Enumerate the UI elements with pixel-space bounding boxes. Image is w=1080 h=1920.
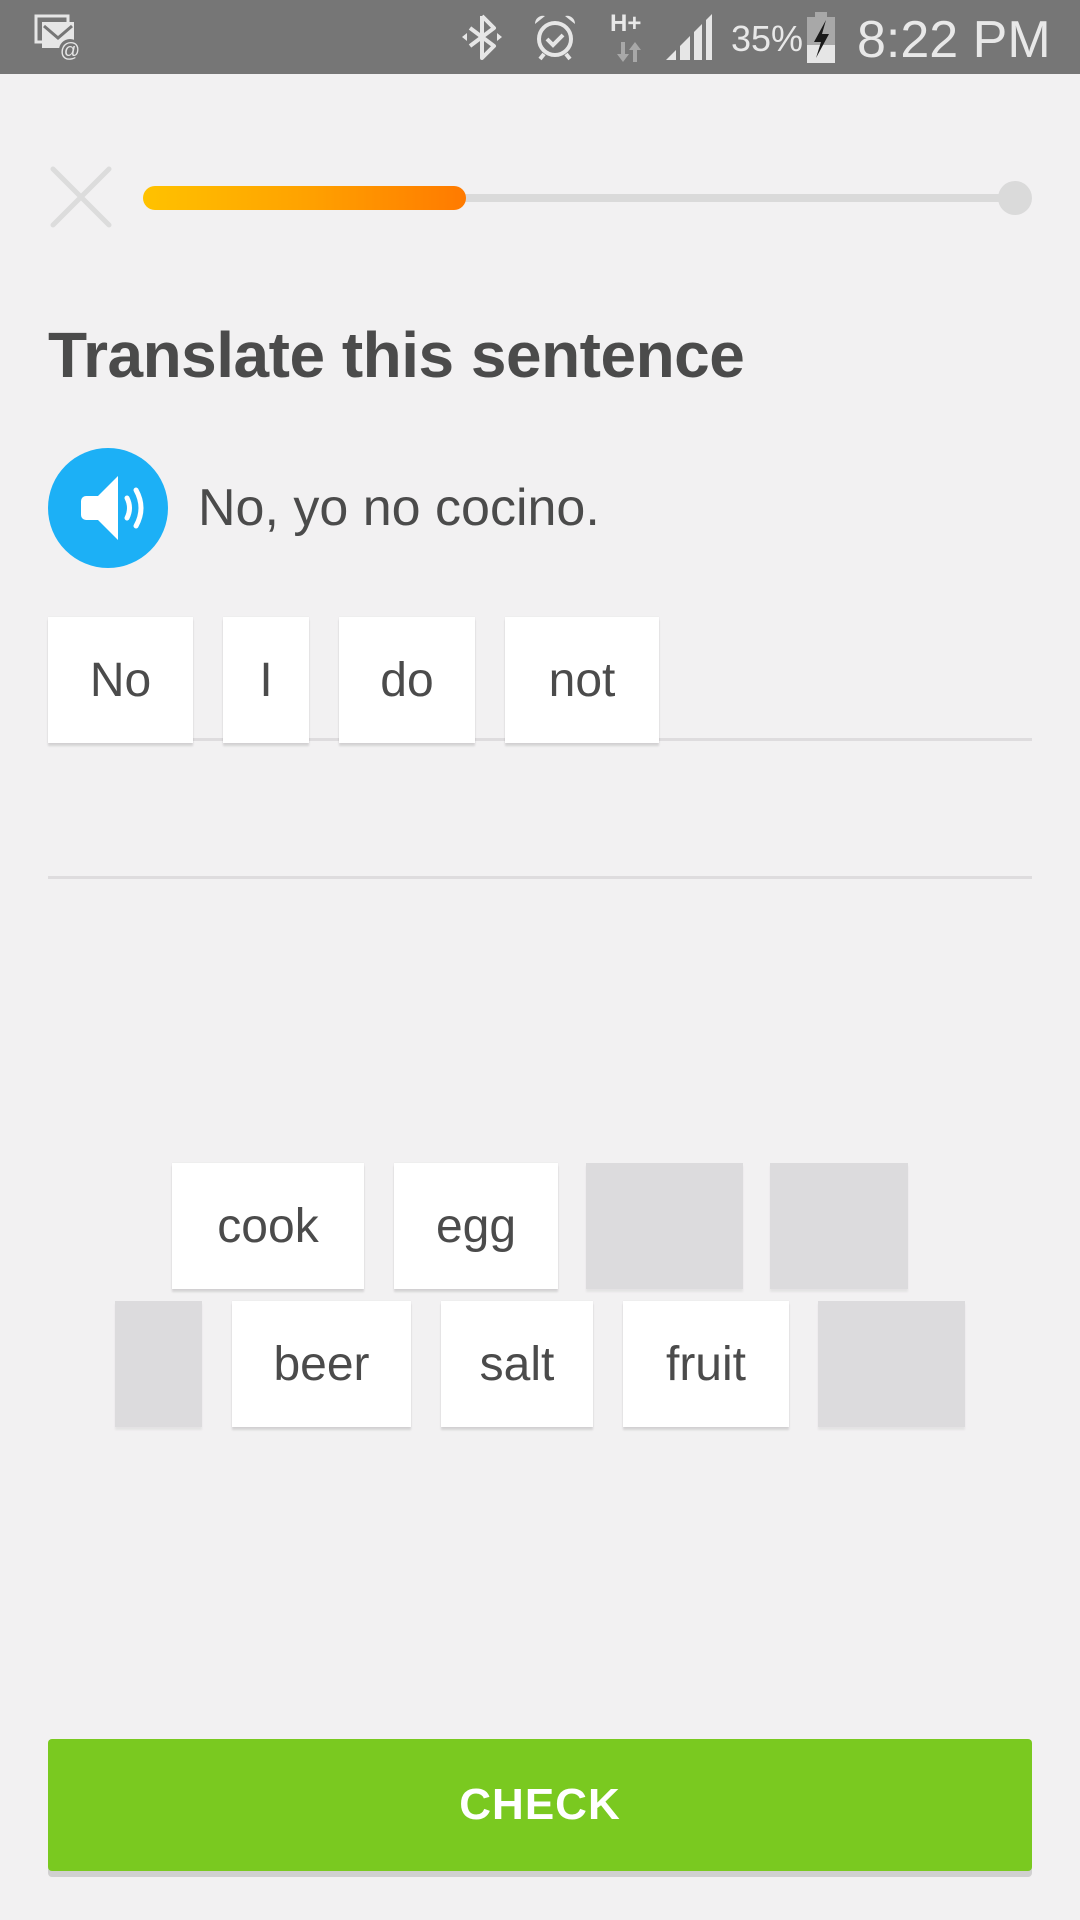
word-bank-tile[interactable]: fruit [623, 1301, 789, 1427]
close-button[interactable] [48, 164, 114, 230]
signal-icon [664, 14, 714, 67]
answer-word-tile[interactable]: not [505, 617, 659, 743]
word-bank-used-slot [115, 1301, 202, 1427]
play-audio-button[interactable] [48, 448, 168, 568]
battery-charging-icon [806, 12, 836, 69]
word-bank-used-slot [770, 1163, 908, 1289]
progress-fill [143, 186, 466, 210]
battery-percent: 35% [731, 18, 804, 59]
word-bank-used-slot [586, 1163, 743, 1289]
email-icon: @ [34, 14, 84, 67]
exercise-title: Translate this sentence [48, 319, 745, 391]
check-button[interactable]: CHECK [48, 1739, 1032, 1871]
alarm-icon [530, 12, 580, 67]
progress-end-marker [998, 181, 1032, 215]
answer-word-tile[interactable]: I [223, 617, 309, 743]
network-type-label: H+ [610, 10, 642, 37]
speaker-icon [81, 476, 144, 540]
word-bank-tile[interactable]: egg [394, 1163, 558, 1289]
answer-word-tile[interactable]: No [48, 617, 193, 743]
close-icon [50, 166, 112, 228]
word-bank-tile[interactable]: beer [232, 1301, 411, 1427]
svg-text:@: @ [60, 40, 80, 62]
prompt-sentence: No, yo no cocino. [198, 479, 600, 537]
word-bank-tile[interactable]: cook [172, 1163, 364, 1289]
bluetooth-icon [458, 12, 506, 67]
data-activity-icon [614, 40, 644, 69]
status-bar: @ H+ 35% 8:22 PM [0, 0, 1080, 74]
answer-line-2 [48, 876, 1032, 879]
word-bank-tile[interactable]: salt [441, 1301, 593, 1427]
answer-word-tile[interactable]: do [339, 617, 475, 743]
clock-time: 8:22 PM [857, 11, 1051, 69]
word-bank-used-slot [818, 1301, 965, 1427]
